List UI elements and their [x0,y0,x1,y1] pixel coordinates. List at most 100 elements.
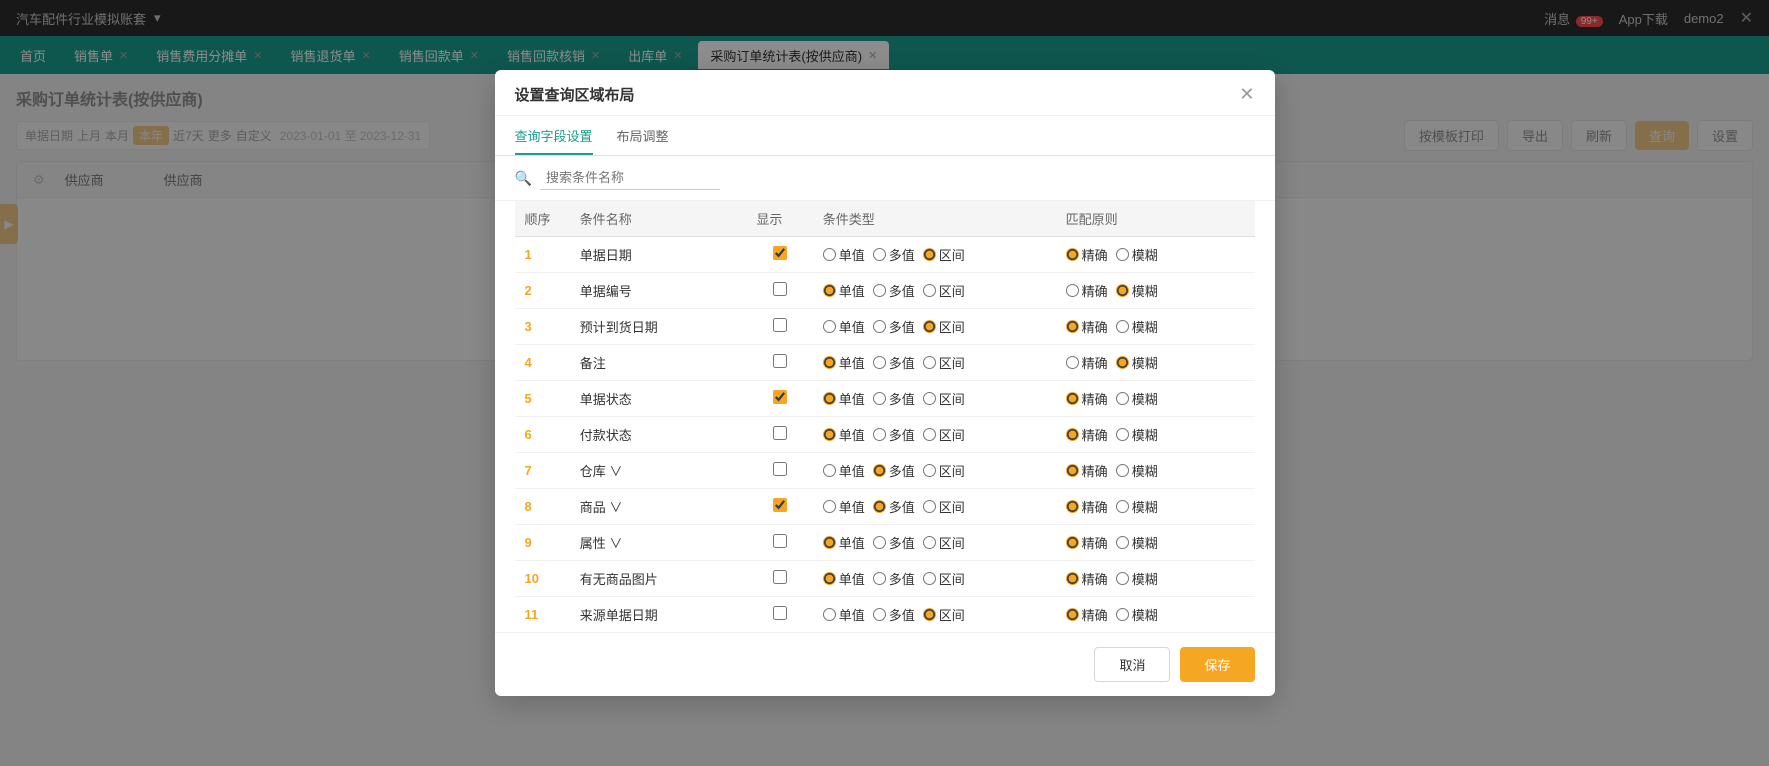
type-radio-多值[interactable]: 多值 [873,353,915,372]
type-radio-input-多值[interactable] [873,464,886,477]
type-radio-多值[interactable]: 多值 [873,497,915,516]
type-radio-单值[interactable]: 单值 [823,425,865,444]
type-radio-input-多值[interactable] [873,248,886,261]
type-radio-多值[interactable]: 多值 [873,389,915,408]
match-radio-精确[interactable]: 精确 [1066,533,1108,552]
type-radio-区间[interactable]: 区间 [923,317,965,336]
type-radio-区间[interactable]: 区间 [923,281,965,300]
match-radio-精确[interactable]: 精确 [1066,461,1108,480]
type-radio-input-单值[interactable] [823,248,836,261]
type-radio-input-区间[interactable] [923,320,936,333]
save-button[interactable]: 保存 [1180,647,1254,682]
type-radio-input-多值[interactable] [873,536,886,549]
match-radio-精确[interactable]: 精确 [1066,353,1108,372]
match-radio-模糊[interactable]: 模糊 [1116,569,1158,588]
type-radio-input-单值[interactable] [823,608,836,621]
match-radio-精确[interactable]: 精确 [1066,605,1108,624]
dialog-tab-fields[interactable]: 查询字段设置 [515,116,593,155]
type-radio-input-区间[interactable] [923,572,936,585]
match-radio-input-精确[interactable] [1066,608,1079,621]
type-radio-单值[interactable]: 单值 [823,569,865,588]
type-radio-多值[interactable]: 多值 [873,569,915,588]
dialog-tab-layout[interactable]: 布局调整 [617,116,669,155]
match-radio-input-模糊[interactable] [1116,284,1129,297]
type-radio-input-区间[interactable] [923,392,936,405]
match-radio-模糊[interactable]: 模糊 [1116,425,1158,444]
match-radio-input-模糊[interactable] [1116,500,1129,513]
match-radio-模糊[interactable]: 模糊 [1116,317,1158,336]
type-radio-单值[interactable]: 单值 [823,605,865,624]
type-radio-input-多值[interactable] [873,320,886,333]
type-radio-input-区间[interactable] [923,608,936,621]
type-radio-多值[interactable]: 多值 [873,317,915,336]
show-checkbox[interactable] [773,534,787,548]
show-checkbox[interactable] [773,390,787,404]
match-radio-input-模糊[interactable] [1116,248,1129,261]
type-radio-单值[interactable]: 单值 [823,353,865,372]
type-radio-input-区间[interactable] [923,284,936,297]
type-radio-单值[interactable]: 单值 [823,497,865,516]
type-radio-input-多值[interactable] [873,608,886,621]
match-radio-input-精确[interactable] [1066,500,1079,513]
type-radio-多值[interactable]: 多值 [873,425,915,444]
show-checkbox[interactable] [773,570,787,584]
type-radio-区间[interactable]: 区间 [923,245,965,264]
type-radio-单值[interactable]: 单值 [823,533,865,552]
match-radio-模糊[interactable]: 模糊 [1116,461,1158,480]
type-radio-区间[interactable]: 区间 [923,389,965,408]
match-radio-精确[interactable]: 精确 [1066,497,1108,516]
type-radio-多值[interactable]: 多值 [873,461,915,480]
type-radio-多值[interactable]: 多值 [873,605,915,624]
type-radio-区间[interactable]: 区间 [923,533,965,552]
type-radio-input-多值[interactable] [873,284,886,297]
match-radio-精确[interactable]: 精确 [1066,281,1108,300]
match-radio-模糊[interactable]: 模糊 [1116,245,1158,264]
type-radio-区间[interactable]: 区间 [923,461,965,480]
match-radio-模糊[interactable]: 模糊 [1116,389,1158,408]
type-radio-区间[interactable]: 区间 [923,353,965,372]
match-radio-模糊[interactable]: 模糊 [1116,281,1158,300]
match-radio-input-精确[interactable] [1066,536,1079,549]
type-radio-input-单值[interactable] [823,500,836,513]
type-radio-input-多值[interactable] [873,428,886,441]
type-radio-input-单值[interactable] [823,356,836,369]
type-radio-区间[interactable]: 区间 [923,569,965,588]
match-radio-input-精确[interactable] [1066,572,1079,585]
type-radio-input-区间[interactable] [923,248,936,261]
match-radio-精确[interactable]: 精确 [1066,569,1108,588]
show-checkbox[interactable] [773,498,787,512]
type-radio-多值[interactable]: 多值 [873,533,915,552]
type-radio-单值[interactable]: 单值 [823,389,865,408]
match-radio-input-模糊[interactable] [1116,464,1129,477]
show-checkbox[interactable] [773,462,787,476]
match-radio-input-精确[interactable] [1066,392,1079,405]
type-radio-input-区间[interactable] [923,536,936,549]
type-radio-单值[interactable]: 单值 [823,281,865,300]
type-radio-区间[interactable]: 区间 [923,605,965,624]
type-radio-input-多值[interactable] [873,572,886,585]
match-radio-input-模糊[interactable] [1116,536,1129,549]
type-radio-input-单值[interactable] [823,320,836,333]
show-checkbox[interactable] [773,246,787,260]
match-radio-input-模糊[interactable] [1116,320,1129,333]
match-radio-input-精确[interactable] [1066,464,1079,477]
type-radio-input-区间[interactable] [923,356,936,369]
show-checkbox[interactable] [773,354,787,368]
type-radio-单值[interactable]: 单值 [823,461,865,480]
match-radio-input-精确[interactable] [1066,356,1079,369]
match-radio-input-精确[interactable] [1066,320,1079,333]
type-radio-input-区间[interactable] [923,464,936,477]
show-checkbox[interactable] [773,282,787,296]
type-radio-input-单值[interactable] [823,284,836,297]
show-checkbox[interactable] [773,606,787,620]
match-radio-input-模糊[interactable] [1116,572,1129,585]
search-input[interactable] [540,166,720,190]
type-radio-input-多值[interactable] [873,356,886,369]
type-radio-多值[interactable]: 多值 [873,281,915,300]
match-radio-精确[interactable]: 精确 [1066,245,1108,264]
match-radio-模糊[interactable]: 模糊 [1116,497,1158,516]
match-radio-模糊[interactable]: 模糊 [1116,605,1158,624]
type-radio-input-单值[interactable] [823,536,836,549]
dialog-close-button[interactable]: ✕ [1239,84,1254,105]
type-radio-input-单值[interactable] [823,572,836,585]
